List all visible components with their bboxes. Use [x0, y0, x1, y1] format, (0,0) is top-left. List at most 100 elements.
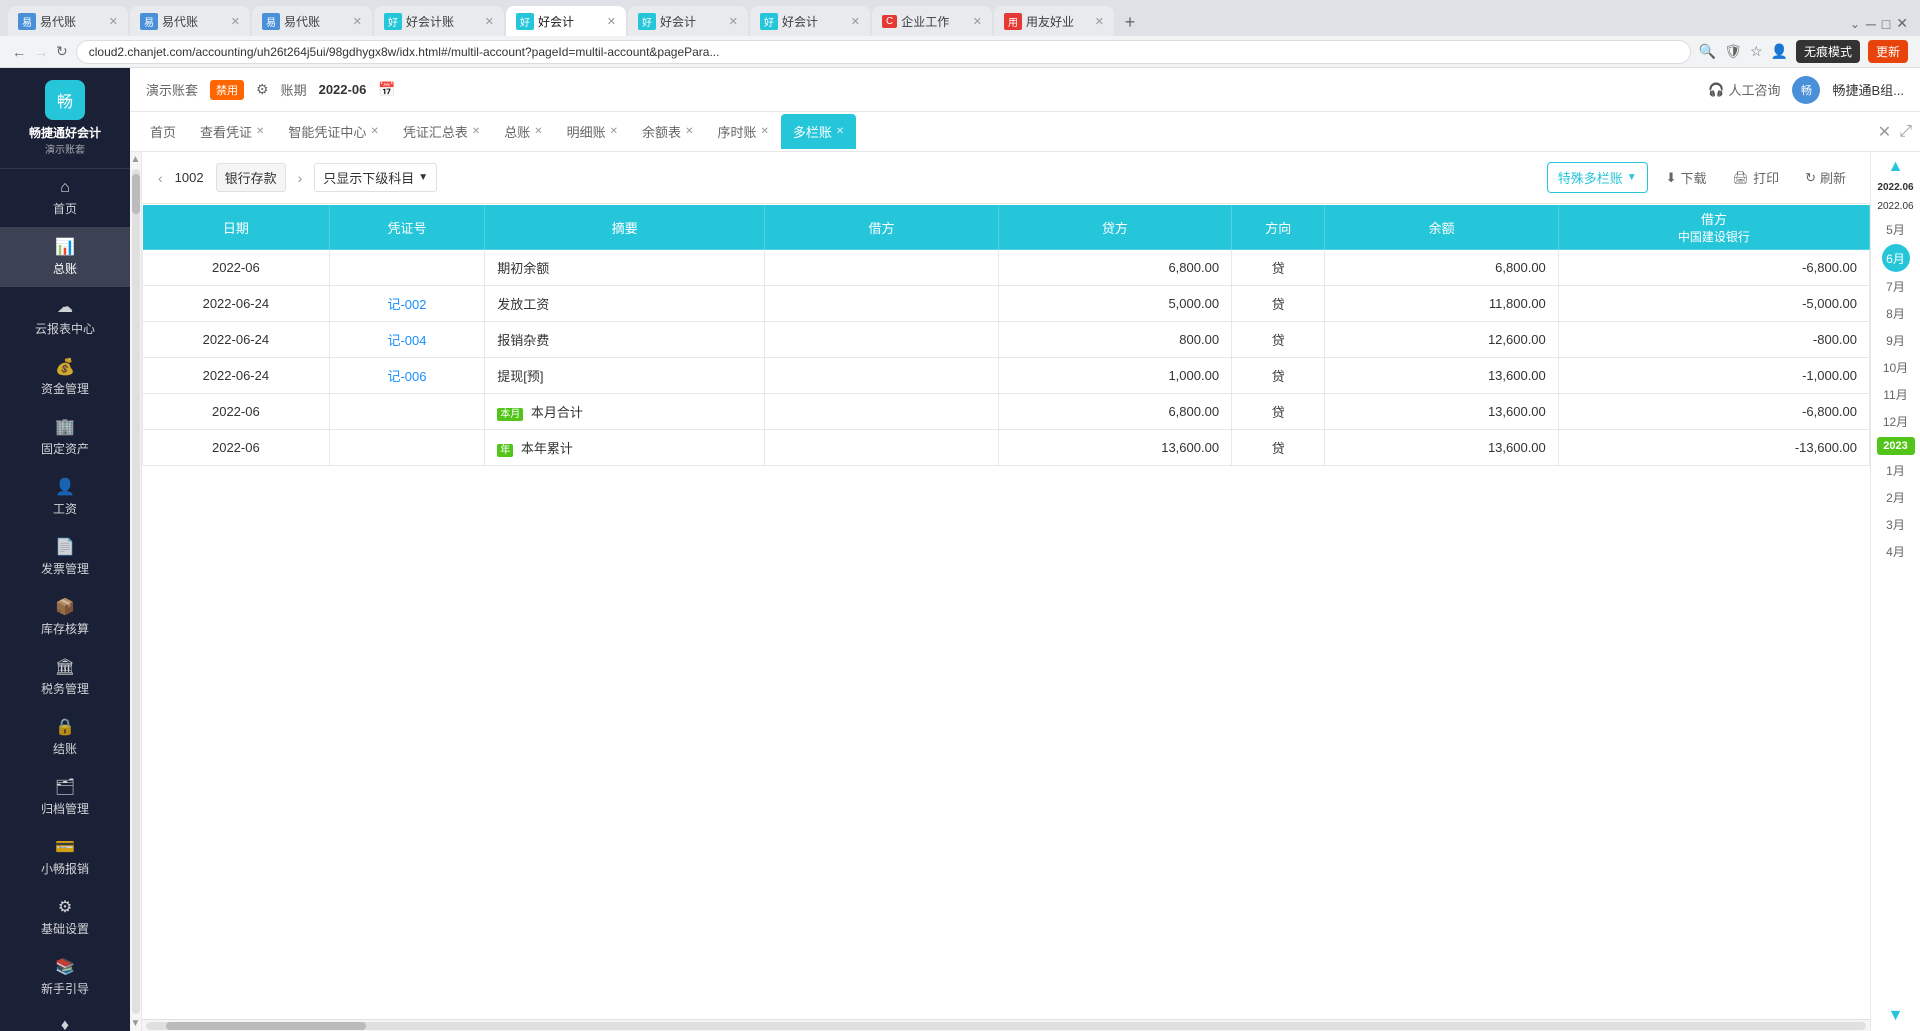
- search-icon[interactable]: 🔍: [1699, 43, 1716, 60]
- tab-6[interactable]: 好 好会计 ✕: [628, 6, 748, 36]
- update-btn[interactable]: 更新: [1868, 40, 1908, 63]
- close-smart-voucher[interactable]: ✕: [370, 126, 378, 137]
- voucher-link-3[interactable]: 记-006: [387, 369, 426, 384]
- nav-tab-detail-ledger[interactable]: 明细账 ✕: [555, 114, 630, 149]
- profile-icon[interactable]: 👤: [1771, 43, 1788, 60]
- nav-tab-home[interactable]: 首页: [138, 114, 188, 149]
- sidebar-item-general-ledger[interactable]: 📊 总账: [0, 227, 130, 287]
- nav-tab-multi-column[interactable]: 多栏账 ✕: [781, 114, 856, 149]
- month-nav-up-btn[interactable]: ▲: [1886, 156, 1906, 178]
- scroll-down-arrow[interactable]: ▼: [130, 1016, 142, 1031]
- voucher-link-2[interactable]: 记-004: [387, 333, 426, 348]
- month-nav-8[interactable]: 8月: [1877, 301, 1915, 326]
- close-window-btn[interactable]: ✕: [1896, 15, 1908, 32]
- sidebar-item-cloud-report[interactable]: ☁ 云报表中心: [0, 287, 130, 347]
- bookmark-icon[interactable]: ☆: [1750, 43, 1763, 60]
- tab-9[interactable]: 用 用友好业 ✕: [994, 6, 1114, 36]
- row4-voucher[interactable]: 记-006: [329, 358, 485, 394]
- refresh-ledger-btn[interactable]: ↻ 刷新: [1797, 164, 1854, 191]
- prev-account-btn[interactable]: ‹: [158, 170, 163, 186]
- sidebar-item-inventory[interactable]: 📦 库存核算: [0, 587, 130, 647]
- tab-6-close[interactable]: ✕: [729, 15, 738, 28]
- address-input[interactable]: [76, 40, 1691, 64]
- scroll-thumb[interactable]: [132, 174, 140, 214]
- tab-5-active[interactable]: 好 好会计 ✕: [506, 6, 626, 36]
- month-nav-1[interactable]: 1月: [1877, 458, 1915, 483]
- download-btn[interactable]: ⬇ 下载: [1658, 164, 1715, 191]
- tab-2-close[interactable]: ✕: [231, 15, 240, 28]
- month-nav-11[interactable]: 11月: [1877, 382, 1915, 407]
- tab-8[interactable]: C 企业工作 ✕: [872, 6, 992, 36]
- print-btn[interactable]: 🖨 打印: [1725, 164, 1788, 191]
- close-balance[interactable]: ✕: [685, 126, 693, 137]
- refresh-nav-btn[interactable]: ↻: [56, 43, 68, 60]
- tab-3-close[interactable]: ✕: [353, 15, 362, 28]
- row3-voucher[interactable]: 记-004: [329, 322, 485, 358]
- sidebar-item-home[interactable]: ⌂ 首页: [0, 169, 130, 227]
- horizontal-scrollbar[interactable]: [142, 1019, 1870, 1031]
- forward-btn[interactable]: →: [34, 44, 48, 60]
- sidebar-item-settings[interactable]: ⚙ 基础设置: [0, 887, 130, 947]
- sidebar-item-member[interactable]: ♦ 畅会员: [0, 1007, 130, 1031]
- row2-voucher[interactable]: 记-002: [329, 286, 485, 322]
- user-name[interactable]: 畅捷通B组...: [1832, 80, 1904, 99]
- extension-icon[interactable]: 🛡: [1724, 43, 1742, 60]
- tab-dropdown-btn[interactable]: ⌄: [1850, 17, 1860, 31]
- sidebar-item-expense[interactable]: 💳 小畅报销: [0, 827, 130, 887]
- incognito-mode-btn[interactable]: 无痕模式: [1796, 40, 1860, 63]
- tab-9-close[interactable]: ✕: [1095, 15, 1104, 28]
- settings-gear-icon[interactable]: ⚙: [256, 81, 269, 98]
- tab-7-close[interactable]: ✕: [851, 15, 860, 28]
- sidebar-item-archive[interactable]: 🗂 归档管理: [0, 767, 130, 827]
- nav-tab-view-voucher[interactable]: 查看凭证 ✕: [188, 114, 276, 149]
- close-general-ledger[interactable]: ✕: [534, 126, 542, 137]
- month-nav-6-active[interactable]: 6月: [1882, 244, 1910, 272]
- close-multi-column[interactable]: ✕: [836, 126, 844, 137]
- nav-tab-voucher-summary[interactable]: 凭证汇总表 ✕: [391, 114, 492, 149]
- month-nav-10[interactable]: 10月: [1877, 355, 1915, 380]
- nav-tab-sequence[interactable]: 序时账 ✕: [705, 114, 780, 149]
- tab-2[interactable]: 易 易代账 ✕: [130, 6, 250, 36]
- month-nav-7[interactable]: 7月: [1877, 274, 1915, 299]
- tab-7[interactable]: 好 好会计 ✕: [750, 6, 870, 36]
- tab-8-close[interactable]: ✕: [973, 15, 982, 28]
- voucher-link-1[interactable]: 记-002: [387, 297, 426, 312]
- tab-3[interactable]: 易 易代账 ✕: [252, 6, 372, 36]
- nav-tab-balance[interactable]: 余额表 ✕: [630, 114, 705, 149]
- maximize-btn[interactable]: □: [1882, 16, 1890, 32]
- filter-dropdown[interactable]: 只显示下级科目 ▼: [314, 163, 437, 192]
- tab-4-close[interactable]: ✕: [485, 15, 494, 28]
- demo-badge[interactable]: 禁用: [210, 80, 244, 100]
- minimize-btn[interactable]: ─: [1866, 16, 1876, 32]
- sidebar-item-guide[interactable]: 📚 新手引导: [0, 947, 130, 1007]
- sidebar-item-fixed-assets[interactable]: 🏢 固定资产: [0, 407, 130, 467]
- consult-btn[interactable]: 🎧 人工咨询: [1708, 80, 1780, 99]
- tab-5-close[interactable]: ✕: [607, 15, 616, 28]
- year-2023-highlight[interactable]: 2023: [1877, 437, 1915, 455]
- close-view-voucher[interactable]: ✕: [256, 126, 264, 137]
- calendar-icon[interactable]: 📅: [378, 81, 395, 98]
- tab-1-close[interactable]: ✕: [109, 15, 118, 28]
- month-nav-9[interactable]: 9月: [1877, 328, 1915, 353]
- nav-tab-general-ledger[interactable]: 总账 ✕: [492, 114, 554, 149]
- account-name-label[interactable]: 银行存款: [216, 163, 286, 192]
- sidebar-item-fund[interactable]: 💰 资金管理: [0, 347, 130, 407]
- tab-1[interactable]: 易 易代账 ✕: [8, 6, 128, 36]
- expand-panel-btn[interactable]: ⤢: [1899, 123, 1912, 141]
- month-nav-2[interactable]: 2月: [1877, 485, 1915, 510]
- next-account-btn[interactable]: ›: [298, 170, 303, 186]
- month-nav-4[interactable]: 4月: [1877, 539, 1915, 564]
- nav-tab-smart-voucher[interactable]: 智能凭证中心 ✕: [276, 114, 390, 149]
- month-nav-down-btn[interactable]: ▼: [1886, 1005, 1906, 1027]
- new-tab-btn[interactable]: +: [1116, 8, 1144, 36]
- close-panel-btn[interactable]: ✕: [1878, 122, 1891, 142]
- close-detail-ledger[interactable]: ✕: [610, 126, 618, 137]
- back-btn[interactable]: ←: [12, 44, 26, 60]
- sidebar-item-salary[interactable]: 👤 工资: [0, 467, 130, 527]
- month-nav-3[interactable]: 3月: [1877, 512, 1915, 537]
- h-scroll-thumb[interactable]: [166, 1022, 366, 1030]
- tab-4[interactable]: 好 好会计账 ✕: [374, 6, 504, 36]
- month-nav-5[interactable]: 5月: [1877, 217, 1915, 242]
- special-multicolumn-btn[interactable]: 特殊多栏账 ▼: [1547, 162, 1648, 193]
- sidebar-item-tax[interactable]: 🏛 税务管理: [0, 647, 130, 707]
